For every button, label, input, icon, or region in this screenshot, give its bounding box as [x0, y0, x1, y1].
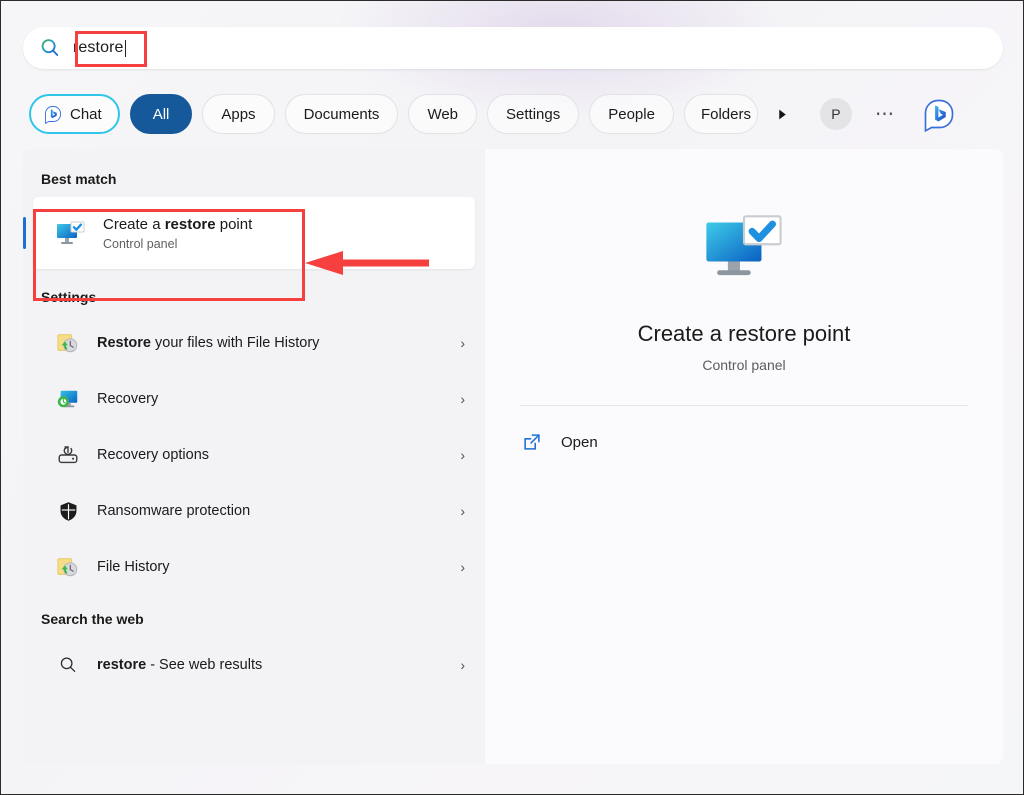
- best-match-container: Create a restore point Control panel: [23, 197, 485, 273]
- chip-all-label: All: [153, 106, 170, 123]
- open-action[interactable]: Open: [521, 424, 1003, 460]
- preview-pane: Create a restore point Control panel Ope…: [485, 149, 1003, 764]
- list-item-label: File History: [97, 559, 460, 575]
- filter-chip-row: Chat All Apps Documents Web Settings Peo…: [29, 94, 958, 134]
- list-item-file-history[interactable]: File History ›: [23, 539, 485, 595]
- chevron-right-icon[interactable]: ›: [460, 503, 465, 519]
- chip-chat-label: Chat: [70, 106, 102, 123]
- chip-settings[interactable]: Settings: [487, 94, 579, 134]
- chip-apps[interactable]: Apps: [202, 94, 274, 134]
- restore-point-icon: [55, 217, 87, 249]
- section-heading-best-match: Best match: [23, 165, 485, 197]
- search-results: Best match: [23, 149, 1003, 764]
- external-link-icon: [521, 431, 543, 453]
- chevron-right-icon[interactable]: ›: [460, 559, 465, 575]
- chip-folders[interactable]: Folders: [684, 94, 758, 134]
- search-icon: [55, 652, 81, 678]
- divider: [520, 405, 968, 406]
- list-item-label: restore - See web results: [97, 657, 460, 673]
- recovery-options-icon: [55, 442, 81, 468]
- list-item-recovery[interactable]: Recovery ›: [23, 371, 485, 427]
- list-item-restore-files[interactable]: Restore your files with File History ›: [23, 315, 485, 371]
- results-list-pane: Best match: [23, 149, 485, 764]
- chip-documents[interactable]: Documents: [285, 94, 399, 134]
- chip-people-label: People: [608, 106, 655, 123]
- preview-title: Create a restore point: [638, 321, 851, 347]
- chip-documents-label: Documents: [304, 106, 380, 123]
- avatar-initial: P: [831, 106, 840, 122]
- shield-icon: [55, 498, 81, 524]
- chip-web-label: Web: [427, 106, 458, 123]
- avatar[interactable]: P: [820, 98, 852, 130]
- chevron-right-icon[interactable]: ›: [460, 447, 465, 463]
- list-item-label: Recovery: [97, 391, 460, 407]
- chip-folders-label: Folders: [701, 106, 751, 123]
- chevron-right-icon[interactable]: ›: [460, 657, 465, 673]
- section-heading-settings: Settings: [23, 283, 485, 315]
- list-item-recovery-options[interactable]: Recovery options ›: [23, 427, 485, 483]
- section-heading-search-the-web: Search the web: [23, 605, 485, 637]
- selection-indicator: [23, 217, 26, 249]
- search-input[interactable]: restore: [73, 39, 124, 57]
- chip-all[interactable]: All: [130, 94, 193, 134]
- list-item-label: Recovery options: [97, 447, 460, 463]
- chevron-right-icon[interactable]: ›: [460, 391, 465, 407]
- chip-settings-label: Settings: [506, 106, 560, 123]
- ellipsis-icon[interactable]: ⋯: [868, 97, 902, 131]
- bing-search-icon: [39, 37, 61, 59]
- windows-search-window: restore Chat All: [0, 0, 1024, 795]
- best-match-subtitle: Control panel: [103, 237, 252, 251]
- chevron-right-icon[interactable]: [770, 97, 796, 131]
- preview-subtitle: Control panel: [702, 357, 785, 373]
- list-item-label: Ransomware protection: [97, 503, 460, 519]
- file-history-icon: [55, 554, 81, 580]
- bing-chat-icon: [43, 104, 63, 124]
- restore-point-icon: [701, 205, 787, 291]
- chevron-right-icon[interactable]: ›: [460, 335, 465, 351]
- recovery-icon: [55, 386, 81, 412]
- list-item-label: Restore your files with File History: [97, 335, 460, 351]
- list-item-ransomware-protection[interactable]: Ransomware protection ›: [23, 483, 485, 539]
- chip-people[interactable]: People: [589, 94, 674, 134]
- file-history-icon: [55, 330, 81, 356]
- search-box[interactable]: restore: [23, 27, 1003, 69]
- open-label: Open: [561, 434, 598, 451]
- chip-web[interactable]: Web: [408, 94, 477, 134]
- text-caret: [125, 40, 126, 57]
- chip-apps-label: Apps: [221, 106, 255, 123]
- chip-chat[interactable]: Chat: [29, 94, 120, 134]
- best-match-row[interactable]: Create a restore point Control panel: [33, 197, 475, 269]
- list-item-web-search[interactable]: restore - See web results ›: [23, 637, 485, 693]
- best-match-title: Create a restore point: [103, 215, 252, 235]
- preview-content: Create a restore point Control panel: [485, 149, 1003, 373]
- bing-chat-button[interactable]: [920, 95, 958, 133]
